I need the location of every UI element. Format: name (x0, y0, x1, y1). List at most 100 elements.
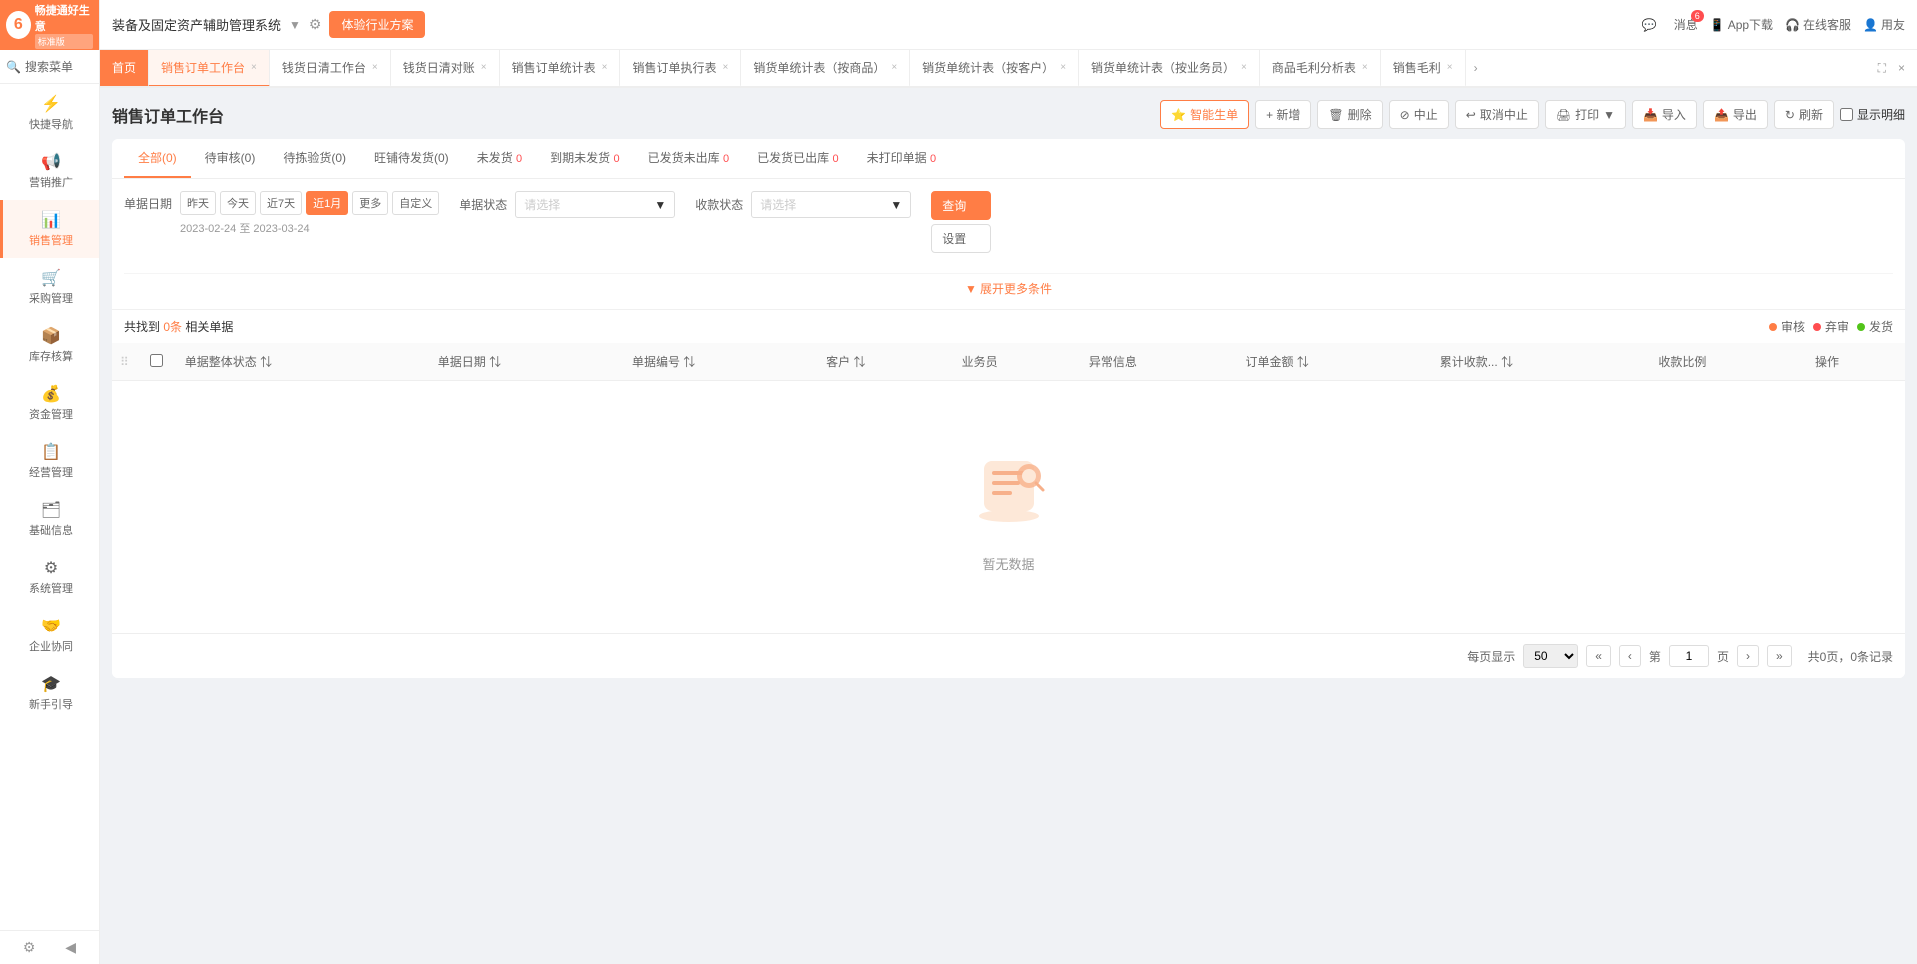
col-customer[interactable]: 客户 ⇅ (818, 343, 953, 381)
sidebar-item-basic[interactable]: 🗂 基础信息 (0, 490, 99, 548)
refresh-btn[interactable]: ↻ 刷新 (1774, 100, 1834, 129)
col-exception[interactable]: 异常信息 (1081, 343, 1238, 381)
sidebar-item-marketing[interactable]: 📢 营销推广 (0, 142, 99, 200)
sidebar-collapse-btn[interactable]: ◀ (65, 939, 76, 956)
date-btn-1month[interactable]: 近1月 (306, 191, 348, 215)
tab-cash-daily[interactable]: 钱货日清工作台 × (270, 50, 391, 87)
filter-tab-shipped-stocked[interactable]: 已发货已出库 0 (743, 139, 852, 178)
col-status[interactable]: 单据整体状态 ⇅ (177, 343, 430, 381)
print-dropdown-icon: ▼ (1603, 108, 1615, 122)
show-detail-checkbox[interactable] (1840, 108, 1853, 121)
status-select[interactable]: 请选择 ▼ (515, 191, 675, 218)
sidebar-settings-btn[interactable]: ⚙ (23, 939, 36, 956)
tab-sales-by-staff[interactable]: 销货单统计表（按业务员） × (1079, 50, 1260, 87)
topbar-service-btn[interactable]: 🎧 在线客服 (1785, 16, 1851, 33)
sidebar-item-guide[interactable]: 🎓 新手引导 (0, 664, 99, 722)
settings-btn[interactable]: 设置 (931, 224, 991, 253)
tab-sales-exec[interactable]: 销售订单执行表 × (620, 50, 741, 87)
sidebar-item-cooperation[interactable]: 🤝 企业协同 (0, 606, 99, 664)
query-btn[interactable]: 查询 (931, 191, 991, 220)
tabbar-more-btn[interactable]: › (1466, 61, 1486, 75)
data-table: ⠿ 单据整体状态 ⇅ 单据日期 ⇅ (112, 343, 1905, 381)
stop-icon: ⊘ (1400, 108, 1410, 122)
tab-sales-stat-close[interactable]: × (602, 62, 608, 73)
filter-tab-not-shipped[interactable]: 未发货 0 (463, 139, 536, 178)
smart-gen-btn[interactable]: ⭐ 智能生单 (1160, 100, 1249, 129)
col-staff[interactable]: 业务员 (954, 343, 1081, 381)
col-number[interactable]: 单据编号 ⇅ (624, 343, 818, 381)
topbar-message-btn[interactable]: 💬 6 消息 (1641, 16, 1697, 33)
page-first-btn[interactable]: « (1586, 645, 1611, 667)
topbar-app-btn[interactable]: 📱 App下载 (1710, 16, 1773, 33)
tab-sales-profit[interactable]: 销售毛利 × (1381, 50, 1466, 87)
print-btn[interactable]: 🖨 打印 ▼ (1545, 100, 1626, 129)
sidebar-item-finance[interactable]: 💰 资金管理 (0, 374, 99, 432)
tabbar-close-btn[interactable]: × (1894, 59, 1909, 77)
import-btn[interactable]: 📥 导入 (1632, 100, 1697, 129)
page-prev-btn[interactable]: ‹ (1619, 645, 1641, 667)
page-last-btn[interactable]: » (1767, 645, 1792, 667)
topbar-dropdown-arrow[interactable]: ▼ (289, 18, 301, 32)
date-btn-custom[interactable]: 自定义 (392, 191, 439, 215)
tab-sales-exec-close[interactable]: × (722, 62, 728, 73)
filter-tab-overdue[interactable]: 到期未发货 0 (536, 139, 633, 178)
tab-cash-reconcile[interactable]: 钱货日清对账 × (391, 50, 500, 87)
tab-sales-workbench-close[interactable]: × (251, 62, 257, 73)
col-amount[interactable]: 订单金额 ⇅ (1238, 343, 1432, 381)
date-btn-more[interactable]: 更多 (352, 191, 388, 215)
col-collected[interactable]: 累计收款... ⇅ (1432, 343, 1651, 381)
filter-tab-not-printed[interactable]: 未打印单据 0 (853, 139, 950, 178)
sidebar-search[interactable]: 🔍 搜索菜单 (0, 50, 99, 84)
tabbar-maximize-btn[interactable]: ⛶ (1874, 59, 1890, 78)
filter-tab-all[interactable]: 全部(0) (124, 139, 191, 178)
sidebar-item-inventory[interactable]: 📦 库存核算 (0, 316, 99, 374)
tab-home[interactable]: 首页 (100, 50, 149, 87)
filter-tab-shipped-unstocked[interactable]: 已发货未出库 0 (634, 139, 743, 178)
ship-action[interactable]: 发货 (1857, 318, 1893, 335)
tab-sales-stat[interactable]: 销售订单统计表 × (500, 50, 621, 87)
show-detail-label[interactable]: 显示明细 (1840, 106, 1905, 123)
sidebar-item-system[interactable]: ⚙ 系统管理 (0, 548, 99, 606)
sidebar-item-operations[interactable]: 📋 经营管理 (0, 432, 99, 490)
col-checkbox[interactable] (137, 343, 177, 381)
date-btn-yesterday[interactable]: 昨天 (180, 191, 216, 215)
filter-tab-pending-inspect[interactable]: 待拣验货(0) (269, 139, 360, 178)
tab-cash-daily-close[interactable]: × (372, 62, 378, 73)
expand-btn[interactable]: ▼ 展开更多条件 (965, 280, 1052, 297)
add-btn[interactable]: + 新增 (1255, 100, 1311, 129)
tab-gross-profit-close[interactable]: × (1362, 62, 1368, 73)
col-date[interactable]: 单据日期 ⇅ (430, 343, 624, 381)
export-btn[interactable]: 📤 导出 (1703, 100, 1768, 129)
tab-sales-by-staff-close[interactable]: × (1241, 62, 1247, 73)
tab-sales-by-product-close[interactable]: × (891, 62, 897, 73)
cancel-review-action[interactable]: 弃审 (1813, 318, 1849, 335)
tab-sales-by-customer-close[interactable]: × (1060, 62, 1066, 73)
topbar-user-btn[interactable]: 👤 用友 (1863, 16, 1905, 33)
tab-cash-reconcile-close[interactable]: × (481, 62, 487, 73)
sidebar-item-sales[interactable]: 📊 销售管理 (0, 200, 99, 258)
tab-sales-by-product[interactable]: 销货单统计表（按商品） × (741, 50, 910, 87)
page-input[interactable] (1669, 645, 1709, 667)
page-next-btn[interactable]: › (1737, 645, 1759, 667)
sidebar-item-quick[interactable]: ⚡ 快捷导航 (0, 84, 99, 142)
filter-tab-wangpu[interactable]: 旺铺待发货(0) (360, 139, 463, 178)
cancel-stop-btn[interactable]: ↩ 取消中止 (1455, 100, 1539, 129)
payment-select[interactable]: 请选择 ▼ (751, 191, 911, 218)
tab-sales-workbench[interactable]: 销售订单工作台 × (149, 50, 270, 87)
industry-btn[interactable]: 体验行业方案 (329, 11, 425, 38)
delete-btn[interactable]: 🗑 删除 (1317, 100, 1382, 129)
sidebar-item-purchase[interactable]: 🛒 采购管理 (0, 258, 99, 316)
review-action[interactable]: 审核 (1769, 318, 1805, 335)
col-ratio[interactable]: 收款比例 (1650, 343, 1807, 381)
date-btn-today[interactable]: 今天 (220, 191, 256, 215)
table-scroll-container[interactable]: ⠿ 单据整体状态 ⇅ 单据日期 ⇅ (112, 343, 1905, 381)
tab-sales-by-customer[interactable]: 销货单统计表（按客户） × (910, 50, 1079, 87)
filter-tab-pending-review[interactable]: 待审核(0) (191, 139, 270, 178)
stop-btn[interactable]: ⊘ 中止 (1389, 100, 1449, 129)
topbar-gear-icon[interactable]: ⚙ (309, 16, 322, 33)
per-page-select[interactable]: 10 20 50 100 (1523, 644, 1578, 668)
tab-gross-profit[interactable]: 商品毛利分析表 × (1260, 50, 1381, 87)
date-btn-7days[interactable]: 近7天 (260, 191, 302, 215)
select-all-checkbox[interactable] (150, 354, 163, 367)
tab-sales-profit-close[interactable]: × (1447, 62, 1453, 73)
